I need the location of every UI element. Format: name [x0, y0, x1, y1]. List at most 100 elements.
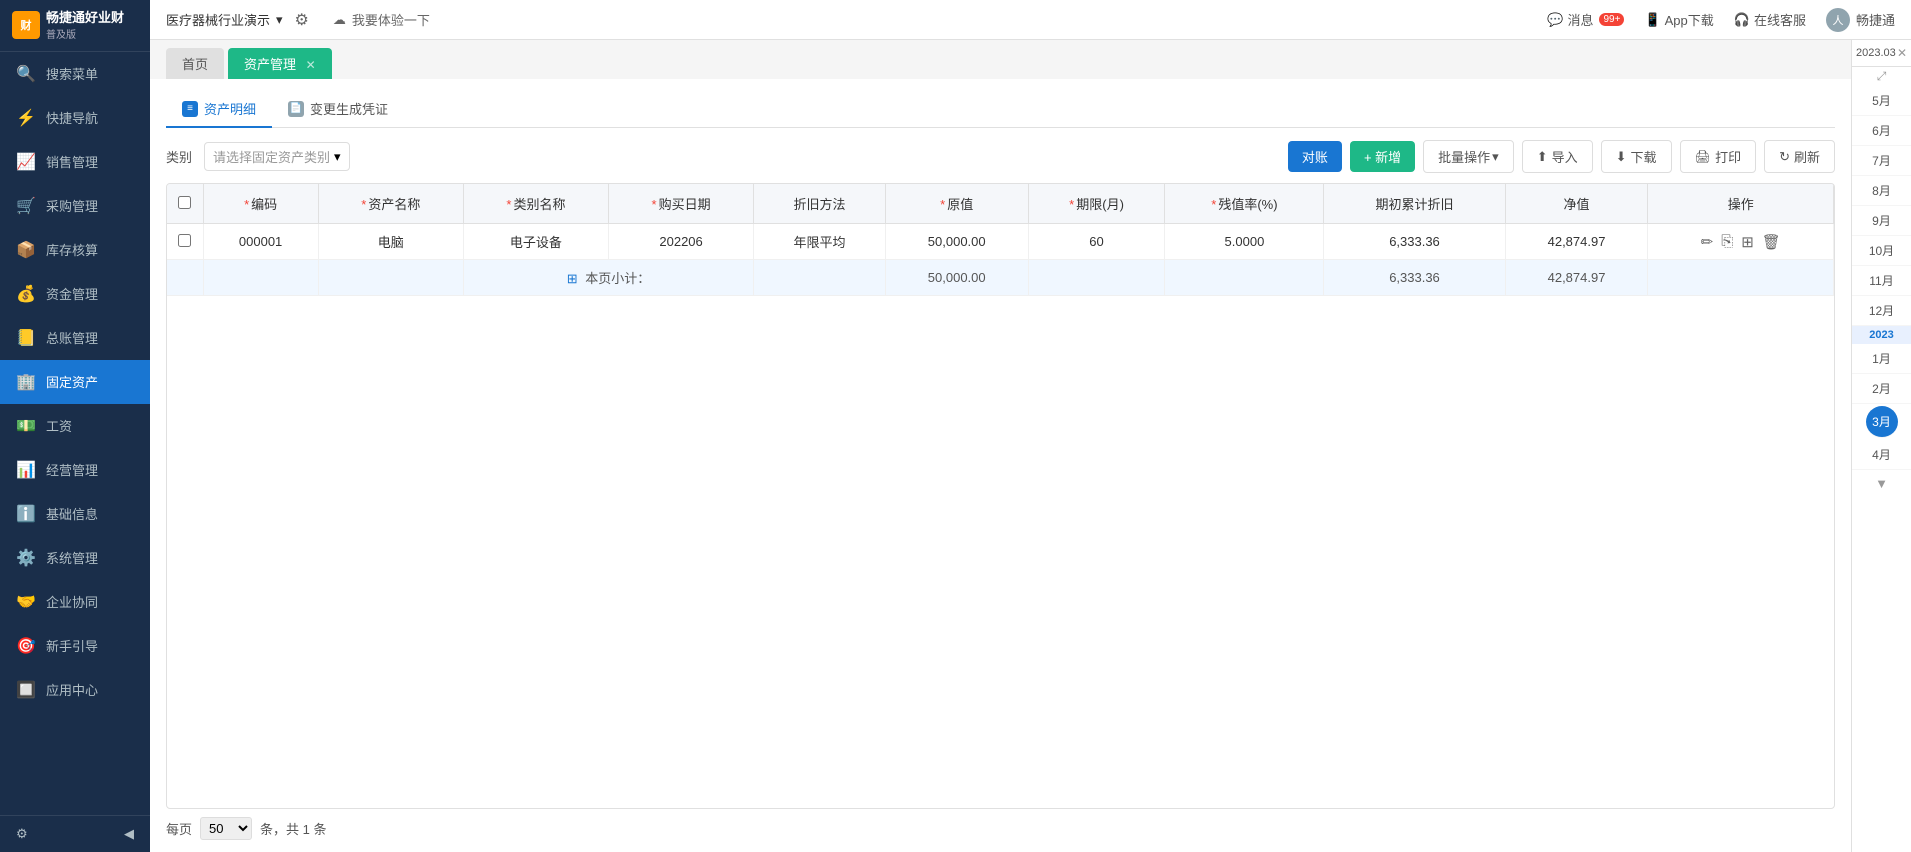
company-dropdown-icon: ▾	[276, 12, 283, 28]
cell-original-value: 50,000.00	[885, 224, 1028, 260]
month-10[interactable]: 10月	[1852, 236, 1911, 266]
tab-close-icon[interactable]: ✕	[306, 58, 316, 72]
toolbar-right: 对账 + 新增 批量操作 ▾ ⬆ 导入	[1288, 140, 1835, 173]
header-code: *编码	[203, 184, 318, 224]
cloud-icon: ☁	[333, 12, 346, 28]
month-4[interactable]: 4月	[1852, 440, 1911, 470]
cell-net-value: 42,874.97	[1505, 224, 1648, 260]
header-net-value: 净值	[1505, 184, 1648, 224]
subtotal-initial-depreciation: 6,333.36	[1324, 260, 1505, 296]
delete-button[interactable]: 🗑	[1762, 233, 1781, 251]
app-download-button[interactable]: 📱 App下载	[1644, 10, 1713, 29]
asset-detail-icon: ≡	[182, 101, 198, 117]
pagination: 每页 50 10 20 100 条，共 1 条	[166, 809, 1835, 840]
topbar-right: 💬 消息 99+ 📱 App下载 🎧 在线客服 人 畅捷通	[1547, 8, 1895, 32]
sub-tabs: ≡ 资产明细 📄 变更生成凭证	[166, 91, 1835, 128]
user-menu[interactable]: 人 畅捷通	[1826, 8, 1895, 32]
collapse-icon[interactable]: ◀	[124, 826, 134, 842]
basic-info-icon: ℹ️	[16, 504, 36, 524]
reconcile-button[interactable]: 对账	[1288, 141, 1342, 172]
sidebar-footer: ⚙ ◀	[0, 815, 150, 852]
inventory-icon: 📦	[16, 240, 36, 260]
content-area: 首页 资产管理 ✕ ≡ 资产明细 📄 变更生成凭证	[150, 40, 1911, 852]
page-size-select[interactable]: 50 10 20 100	[200, 817, 252, 840]
message-badge: 99+	[1599, 13, 1624, 26]
month-11[interactable]: 11月	[1852, 266, 1911, 296]
batch-button[interactable]: 批量操作 ▾	[1423, 140, 1514, 173]
header-residual-rate: *残值率(%)	[1165, 184, 1324, 224]
sidebar-item-salary[interactable]: 💵 工资	[0, 404, 150, 448]
ledger-icon: 📒	[16, 328, 36, 348]
settings-icon[interactable]: ⚙	[16, 826, 28, 842]
company-selector[interactable]: 医疗器械行业演示 ▾	[166, 10, 283, 29]
sidebar-item-inventory[interactable]: 📦 库存核算	[0, 228, 150, 272]
refresh-button[interactable]: ↻ 刷新	[1764, 140, 1835, 173]
panel-expand-button[interactable]: ⤢	[1875, 67, 1889, 86]
edit-button[interactable]: ✏	[1701, 233, 1714, 251]
month-5[interactable]: 5月	[1852, 86, 1911, 116]
customer-service-button[interactable]: 🎧 在线客服	[1734, 10, 1806, 29]
month-12[interactable]: 12月	[1852, 296, 1911, 326]
subtotal-icon: ⊞	[567, 271, 578, 286]
sidebar-item-quick-nav[interactable]: ⚡ 快捷导航	[0, 96, 150, 140]
month-7[interactable]: 7月	[1852, 146, 1911, 176]
sidebar-item-app-center[interactable]: 🔲 应用中心	[0, 668, 150, 712]
message-icon: 💬	[1547, 12, 1563, 28]
header-checkbox	[167, 184, 203, 224]
print-icon: 🖨	[1695, 149, 1712, 165]
chevron-down-icon[interactable]: ▼	[1875, 476, 1888, 491]
table-row: 000001 电脑 电子设备 202206 年限平均 50,000.00 60 …	[167, 224, 1834, 260]
sidebar-item-ledger[interactable]: 📒 总账管理	[0, 316, 150, 360]
select-all-checkbox[interactable]	[178, 196, 191, 209]
row-checkbox[interactable]	[178, 234, 191, 247]
panel-nav-down: ▼	[1875, 470, 1888, 497]
sub-tab-asset-detail[interactable]: ≡ 资产明细	[166, 91, 272, 128]
sidebar-item-sys-manage[interactable]: ⚙️ 系统管理	[0, 536, 150, 580]
download-button[interactable]: ⬇ 下载	[1601, 140, 1672, 173]
subtotal-original-value: 50,000.00	[885, 260, 1028, 296]
sidebar-item-guide[interactable]: 🎯 新手引导	[0, 624, 150, 668]
experience-button[interactable]: ☁ 我要体验一下	[333, 10, 430, 29]
month-3-active[interactable]: 3月	[1866, 406, 1898, 438]
app-subtitle: 普及版	[46, 26, 124, 41]
month-1[interactable]: 1月	[1852, 344, 1911, 374]
sidebar-logo: 财 畅捷通好业财 普及版	[0, 0, 150, 52]
tab-home[interactable]: 首页	[166, 48, 224, 79]
sidebar-item-basic-info[interactable]: ℹ️ 基础信息	[0, 492, 150, 536]
import-button[interactable]: ⬆ 导入	[1522, 140, 1593, 173]
sidebar-item-purchase[interactable]: 🛒 采购管理	[0, 184, 150, 228]
fixed-assets-icon: 🏢	[16, 372, 36, 392]
month-2[interactable]: 2月	[1852, 374, 1911, 404]
current-year-divider: 2023	[1852, 326, 1911, 344]
copy-button[interactable]: ⎘	[1721, 233, 1733, 250]
category-select[interactable]: 请选择固定资产类别 ▾	[204, 142, 350, 171]
header-operation: 操作	[1648, 184, 1834, 224]
month-8[interactable]: 8月	[1852, 176, 1911, 206]
asset-table: *编码 *资产名称 *类别名称 *购买日期 折旧方法 *原值 *期限(月) *残…	[166, 183, 1835, 809]
sidebar-item-fund[interactable]: 💰 资金管理	[0, 272, 150, 316]
sidebar: 财 畅捷通好业财 普及版 🔍 搜索菜单 ⚡ 快捷导航 📈 销售管理 🛒 采购管理…	[0, 0, 150, 852]
print-button[interactable]: 🖨 打印	[1680, 140, 1757, 173]
new-button[interactable]: + 新增	[1350, 141, 1415, 172]
sidebar-item-label: 采购管理	[46, 196, 98, 215]
sub-tab-change-voucher[interactable]: 📄 变更生成凭证	[272, 91, 404, 128]
cell-name: 电脑	[318, 224, 463, 260]
tab-asset-manage[interactable]: 资产管理 ✕	[228, 48, 332, 79]
message-button[interactable]: 💬 消息 99+	[1547, 10, 1624, 29]
main-wrapper: 医疗器械行业演示 ▾ ⚙ ☁ 我要体验一下 💬 消息 99+ 📱 App下载 🎧…	[150, 0, 1911, 852]
sidebar-item-search[interactable]: 🔍 搜索菜单	[0, 52, 150, 96]
page-content: 首页 资产管理 ✕ ≡ 资产明细 📄 变更生成凭证	[150, 40, 1851, 852]
cell-operation: ✏ ⎘ ⊞ 🗑	[1648, 224, 1834, 260]
more-button[interactable]: ⊞	[1741, 233, 1754, 251]
month-6[interactable]: 6月	[1852, 116, 1911, 146]
panel-close-button[interactable]: ✕	[1897, 46, 1907, 60]
sidebar-item-operations[interactable]: 📊 经营管理	[0, 448, 150, 492]
cell-purchase-date: 202206	[609, 224, 754, 260]
settings-button[interactable]: ⚙	[295, 10, 309, 30]
sidebar-item-fixed-assets[interactable]: 🏢 固定资产	[0, 360, 150, 404]
month-9[interactable]: 9月	[1852, 206, 1911, 236]
sidebar-item-sales[interactable]: 📈 销售管理	[0, 140, 150, 184]
cell-code: 000001	[203, 224, 318, 260]
sidebar-item-collab[interactable]: 🤝 企业协同	[0, 580, 150, 624]
fund-icon: 💰	[16, 284, 36, 304]
